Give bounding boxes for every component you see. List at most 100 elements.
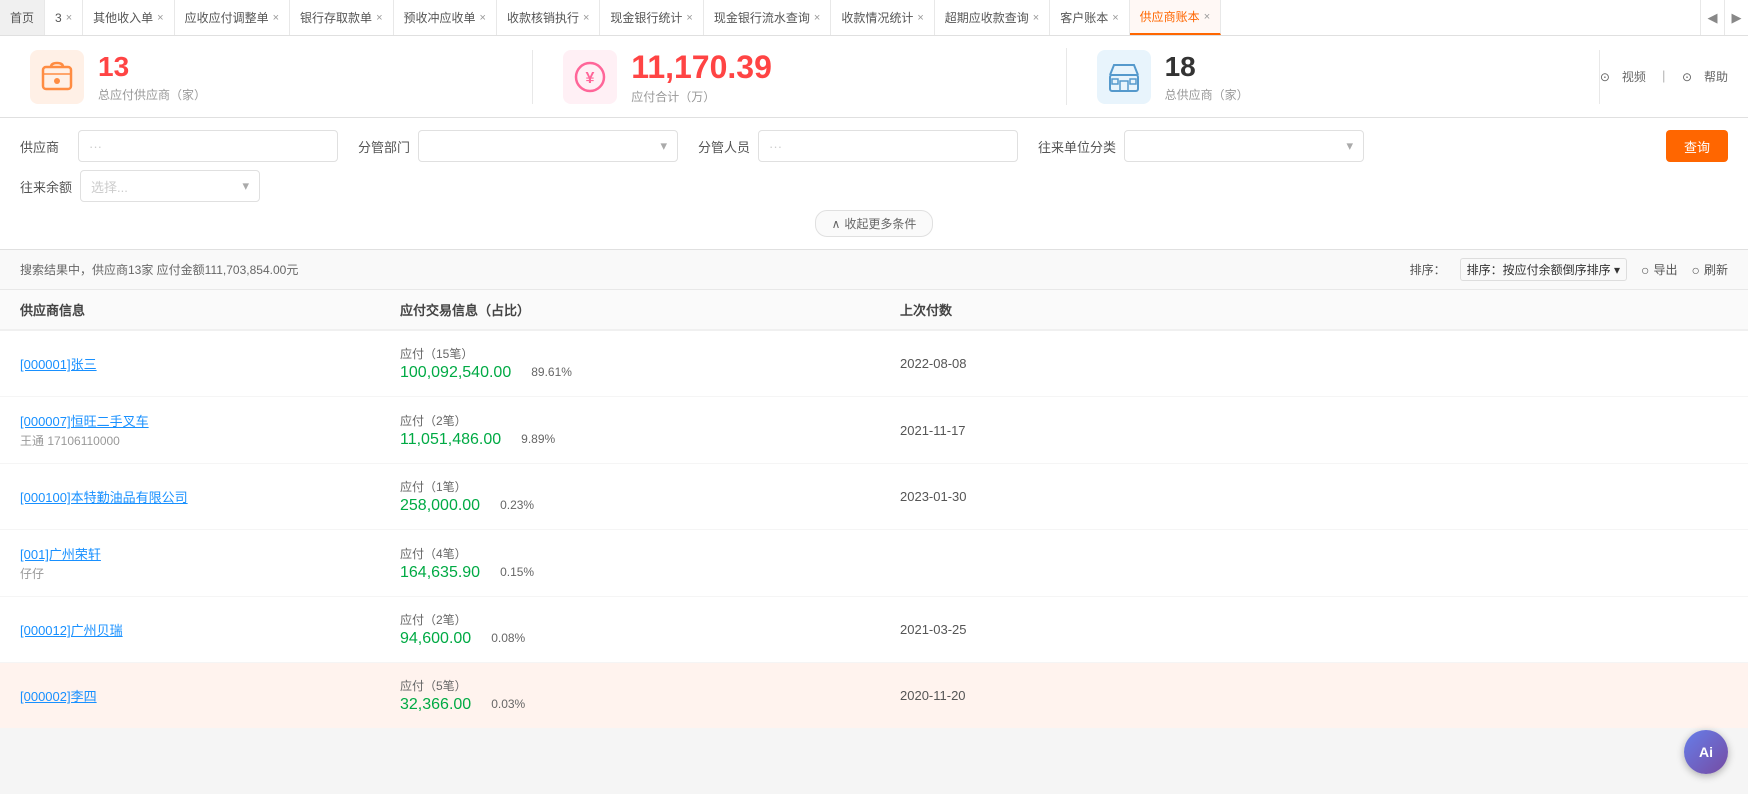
refresh-icon: ○ — [1692, 262, 1700, 278]
supplier-info-6: [000002]李四 — [20, 686, 400, 705]
transaction-info-4: 应付（4笔） 164,635.90 0.15% — [400, 545, 900, 582]
divider: ｜ — [1658, 68, 1670, 85]
table-row[interactable]: [000001]张三 应付（15笔） 100,092,540.00 89.61%… — [0, 331, 1748, 397]
table-row[interactable]: [000007]恒旺二手叉车 王通 17106110000 应付（2笔） 11,… — [0, 397, 1748, 464]
help-link[interactable]: 帮助 — [1704, 68, 1728, 85]
supplier-link-3[interactable]: [000100]本特勤油品有限公司 — [20, 490, 188, 505]
close-icon[interactable]: × — [583, 12, 589, 24]
supplier-link-2[interactable]: [000007]恒旺二手叉车 — [20, 414, 149, 429]
balance-placeholder: 选择... — [91, 177, 128, 196]
trans-row-3: 258,000.00 0.23% — [400, 495, 900, 515]
supplier-input[interactable]: ··· — [78, 130, 338, 162]
nav-right-arrow[interactable]: ▶ — [1724, 0, 1748, 36]
result-summary: 搜索结果中，供应商13家 应付金额111,703,854.00元 — [20, 261, 298, 278]
dept-select[interactable]: ▾ — [418, 130, 678, 162]
sort-text: 排序：按应付余额倒序排序 — [1467, 263, 1611, 277]
filter-category: 往来单位分类 ▾ — [1038, 130, 1364, 162]
transaction-info-6: 应付（5笔） 32,366.00 0.03% — [400, 677, 900, 714]
stat-payable-label: 总应付供应商（家） — [98, 86, 206, 103]
export-icon: ○ — [1641, 262, 1649, 278]
close-icon[interactable]: × — [273, 12, 279, 24]
nav-tab-supplier-ledger-label: 供应商账本 — [1140, 8, 1200, 25]
stat-payable-number: 13 — [98, 50, 206, 84]
nav-tab-collection-stats[interactable]: 收款情况统计 × — [831, 0, 934, 35]
help-icon: ⊙ — [1682, 70, 1692, 84]
last-payment-5: 2021-03-25 — [900, 622, 1728, 637]
trans-row-2: 11,051,486.00 9.89% — [400, 429, 900, 449]
export-button[interactable]: ○ 导出 — [1641, 261, 1677, 278]
stat-total-label: 应付合计（万） — [631, 88, 772, 105]
close-icon[interactable]: × — [1112, 12, 1118, 24]
trans-amount-1: 100,092,540.00 — [400, 364, 511, 382]
balance-select[interactable]: 选择... ▾ — [80, 170, 260, 202]
supplier-link-1[interactable]: [000001]张三 — [20, 357, 97, 372]
close-icon[interactable]: × — [157, 12, 163, 24]
nav-tab-bank-deposit[interactable]: 银行存取款单 × — [290, 0, 393, 35]
query-button[interactable]: 查询 — [1666, 130, 1728, 162]
supplier-link-5[interactable]: [000012]广州贝瑞 — [20, 623, 123, 638]
nav-tab-prepay-offset[interactable]: 预收冲应收单 × — [394, 0, 497, 35]
close-icon[interactable]: × — [66, 12, 72, 24]
supplier-info-3: [000100]本特勤油品有限公司 — [20, 487, 400, 506]
collapse-button[interactable]: ∧ 收起更多条件 — [815, 210, 934, 237]
nav-tab-cash-bank-stats[interactable]: 现金银行统计 × — [600, 0, 703, 35]
table-row[interactable]: [000100]本特勤油品有限公司 应付（1笔） 258,000.00 0.23… — [0, 464, 1748, 530]
refresh-button[interactable]: ○ 刷新 — [1692, 261, 1728, 278]
supplier-link-6[interactable]: [000002]李四 — [20, 689, 97, 704]
nav-tab-ar-adjustment[interactable]: 应收应付调整单 × — [175, 0, 290, 35]
result-bar: 搜索结果中，供应商13家 应付金额111,703,854.00元 排序： 排序：… — [0, 250, 1748, 290]
close-icon[interactable]: × — [917, 12, 923, 24]
stat-suppliers-text: 18 总供应商（家） — [1165, 50, 1249, 103]
nav-tab-supplier-ledger[interactable]: 供应商账本 × — [1130, 0, 1221, 35]
table-row[interactable]: [000002]李四 应付（5笔） 32,366.00 0.03% 2020-1… — [0, 663, 1748, 729]
trans-label-3: 应付（1笔） — [400, 478, 900, 495]
supplier-info-1: [000001]张三 — [20, 354, 400, 373]
trans-row-4: 164,635.90 0.15% — [400, 562, 900, 582]
chevron-down-icon: ▾ — [242, 178, 249, 194]
supplier-input-dots: ··· — [89, 139, 102, 154]
table-row[interactable]: [001]广州荣轩 仔仔 应付（4笔） 164,635.90 0.15% — [0, 530, 1748, 597]
close-icon[interactable]: × — [1204, 11, 1210, 23]
sort-select[interactable]: 排序：按应付余额倒序排序 ▾ — [1460, 258, 1627, 281]
supplier-sub-2: 王通 17106110000 — [20, 432, 400, 449]
col-transaction-header: 应付交易信息（占比） — [400, 300, 900, 319]
nav-tab-collection-exec-label: 收款核销执行 — [507, 9, 579, 26]
nav-tab-home[interactable]: 首页 — [0, 0, 45, 35]
supplier-link-4[interactable]: [001]广州荣轩 — [20, 547, 101, 562]
stat-total-suppliers: 18 总供应商（家） — [1067, 50, 1600, 104]
supplier-info-5: [000012]广州贝瑞 — [20, 620, 400, 639]
stat-payable-total: ¥ 11,170.39 应付合计（万） — [533, 48, 1066, 105]
ai-badge[interactable]: Ai — [1684, 730, 1728, 774]
close-icon[interactable]: × — [1033, 12, 1039, 24]
trans-percent-1: 89.61% — [531, 365, 572, 379]
person-input[interactable]: ··· — [758, 130, 1018, 162]
category-select[interactable]: ▾ — [1124, 130, 1364, 162]
transaction-info-2: 应付（2笔） 11,051,486.00 9.89% — [400, 412, 900, 449]
close-icon[interactable]: × — [686, 12, 692, 24]
nav-tab-cash-bank-flow[interactable]: 现金银行流水查询 × — [704, 0, 831, 35]
close-icon[interactable]: × — [814, 12, 820, 24]
table-row[interactable]: [000012]广州贝瑞 应付（2笔） 94,600.00 0.08% 2021… — [0, 597, 1748, 663]
filter-area: 供应商 ··· 分管部门 ▾ 分管人员 ··· 往来单位分类 ▾ 查询 往来 — [0, 118, 1748, 250]
video-link[interactable]: 视频 — [1622, 68, 1646, 85]
nav-tab-collection-exec[interactable]: 收款核销执行 × — [497, 0, 600, 35]
filter-person: 分管人员 ··· — [698, 130, 1018, 162]
close-icon[interactable]: × — [376, 12, 382, 24]
close-icon[interactable]: × — [480, 12, 486, 24]
nav-left-arrow[interactable]: ◀ — [1700, 0, 1724, 36]
last-payment-6: 2020-11-20 — [900, 688, 1728, 703]
stats-bar: 13 总应付供应商（家） ¥ 11,170.39 应付合计（万） 1 — [0, 36, 1748, 118]
last-payment-2: 2021-11-17 — [900, 423, 1728, 438]
result-right-actions: 排序： 排序：按应付余额倒序排序 ▾ ○ 导出 ○ 刷新 — [1410, 258, 1728, 281]
nav-tab-other-income[interactable]: 其他收入单 × — [83, 0, 174, 35]
nav-tab-overdue-ar[interactable]: 超期应收款查询 × — [935, 0, 1050, 35]
collapse-label: 收起更多条件 — [844, 215, 916, 232]
col-last-payment-header: 上次付数 — [900, 300, 1728, 319]
sort-label: 排序： — [1410, 261, 1446, 278]
filter-balance: 往来余额 选择... ▾ — [20, 170, 260, 202]
nav-tab-customer-ledger[interactable]: 客户账本 × — [1050, 0, 1129, 35]
stat-suppliers-number: 18 — [1165, 50, 1249, 84]
dept-filter-label: 分管部门 — [358, 137, 410, 156]
filter-dept: 分管部门 ▾ — [358, 130, 678, 162]
nav-tab-3[interactable]: 3 × — [45, 0, 83, 35]
